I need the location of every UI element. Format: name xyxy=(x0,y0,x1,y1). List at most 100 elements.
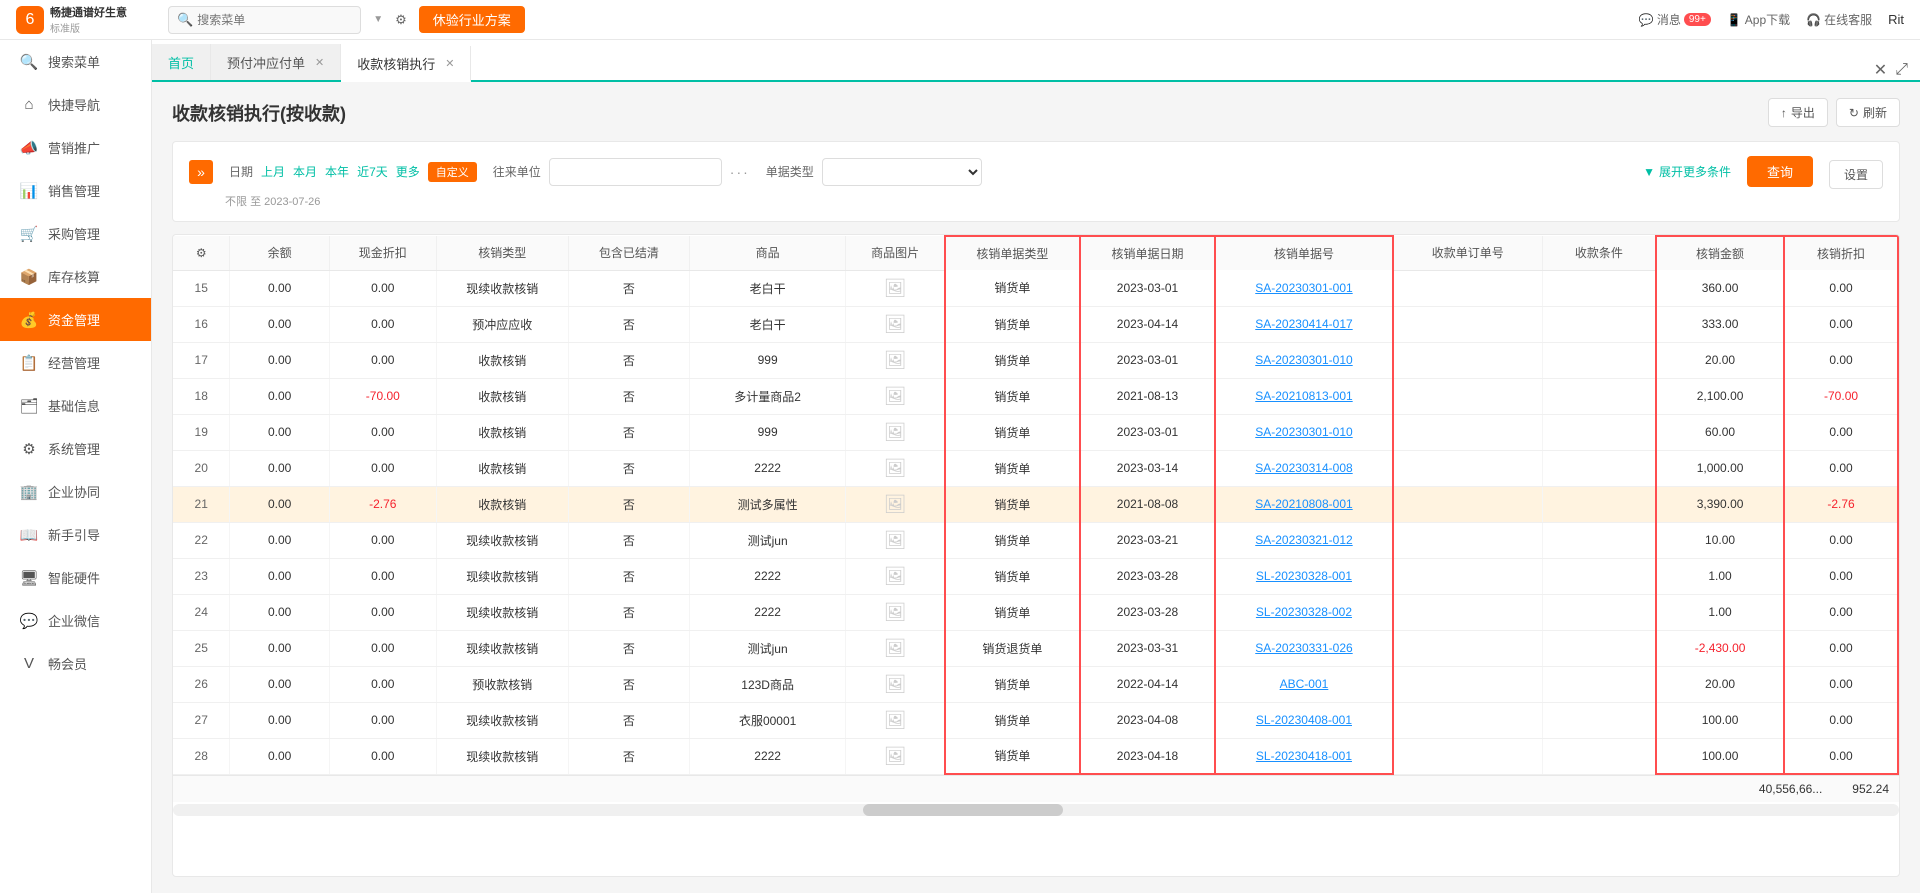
tab-expand-icon[interactable]: ⤢ xyxy=(1895,61,1908,79)
sidebar-item-system[interactable]: ⚙ 系统管理 xyxy=(0,427,151,470)
export-btn[interactable]: ↑ 导出 xyxy=(1768,98,1828,127)
cell-bill-report-no[interactable]: SA-20230301-010 xyxy=(1215,414,1393,450)
tab-prepay[interactable]: 预付冲应付单 ✕ xyxy=(211,44,341,80)
message-area[interactable]: 💬 消息 99+ xyxy=(1639,11,1711,28)
cell-writeoff-amount: 1.00 xyxy=(1656,558,1784,594)
sidebar-item-sales[interactable]: 📊 销售管理 xyxy=(0,169,151,212)
online-service-area[interactable]: 🎧 在线客服 xyxy=(1806,11,1872,28)
table-row: 16 0.00 0.00 预冲应应收 否 老白干 🖼 销货单 2023-04-1… xyxy=(173,306,1898,342)
bill-no-link[interactable]: SA-20230301-001 xyxy=(1255,281,1352,295)
col-header-gear[interactable]: ⚙ xyxy=(173,236,230,270)
cell-bill-report-date: 2023-03-21 xyxy=(1080,522,1215,558)
search-dropdown-icon[interactable]: ▼ xyxy=(373,14,383,25)
recent7-link[interactable]: 近7天 xyxy=(357,163,388,180)
cell-writeoff-amount: 20.00 xyxy=(1656,342,1784,378)
cell-goods-img: 🖼 xyxy=(846,738,945,774)
bill-no-link[interactable]: SA-20230314-008 xyxy=(1255,461,1352,475)
cell-bill-report-no[interactable]: SA-20230321-012 xyxy=(1215,522,1393,558)
sidebar-item-business[interactable]: 📋 经营管理 xyxy=(0,341,151,384)
settings-btn[interactable]: 设置 xyxy=(1829,160,1883,189)
query-btn[interactable]: 查询 xyxy=(1747,156,1813,187)
counterpart-input[interactable] xyxy=(549,158,722,186)
tab-close-icon[interactable]: ✕ xyxy=(1874,60,1887,80)
sidebar-item-quicknav[interactable]: ⌂ 快捷导航 xyxy=(0,83,151,126)
sidebar-item-guide[interactable]: 📖 新手引导 xyxy=(0,513,151,556)
sidebar-item-marketing[interactable]: 📣 营销推广 xyxy=(0,126,151,169)
cell-bill-report-type: 销货单 xyxy=(945,306,1080,342)
refresh-btn[interactable]: ↻ 刷新 xyxy=(1836,98,1900,127)
cell-bill-report-date: 2021-08-13 xyxy=(1080,378,1215,414)
cell-bill-report-no[interactable]: SA-20210813-001 xyxy=(1215,378,1393,414)
bill-no-link[interactable]: ABC-001 xyxy=(1280,677,1329,691)
sidebar-item-hardware[interactable]: 🖥 智能硬件 xyxy=(0,556,151,599)
cell-bill-report-no[interactable]: SL-20230328-001 xyxy=(1215,558,1393,594)
sidebar-item-inventory[interactable]: 📦 库存核算 xyxy=(0,255,151,298)
bill-no-link[interactable]: SL-20230408-001 xyxy=(1256,713,1352,727)
sidebar-label-finance: 资金管理 xyxy=(48,310,100,329)
bill-no-link[interactable]: SA-20230414-017 xyxy=(1255,317,1352,331)
scrollbar-thumb[interactable] xyxy=(863,804,1063,816)
cell-writeoff-amount: 3,390.00 xyxy=(1656,486,1784,522)
cell-bill-report-no[interactable]: SL-20230418-001 xyxy=(1215,738,1393,774)
tab-prepay-close[interactable]: ✕ xyxy=(315,56,324,69)
cell-bill-report-no[interactable]: SL-20230328-002 xyxy=(1215,594,1393,630)
cell-writeoff-amount: 20.00 xyxy=(1656,666,1784,702)
bill-no-link[interactable]: SL-20230418-001 xyxy=(1256,749,1352,763)
page-content: 收款核销执行(按收款) ↑ 导出 ↻ 刷新 » xyxy=(152,82,1920,893)
expand-more-btn[interactable]: ▼ 展开更多条件 xyxy=(1643,163,1731,180)
bill-no-link[interactable]: SA-20230331-026 xyxy=(1255,641,1352,655)
prev-month-link[interactable]: 上月 xyxy=(261,163,285,180)
custom-date-badge[interactable]: 自定义 xyxy=(428,162,477,182)
horizontal-scrollbar[interactable] xyxy=(173,804,1899,816)
industry-btn[interactable]: 休验行业方案 xyxy=(419,6,525,33)
cell-balance: 0.00 xyxy=(230,522,330,558)
cell-bill-report-no[interactable]: SA-20230301-010 xyxy=(1215,342,1393,378)
user-name[interactable]: Rit xyxy=(1888,12,1904,27)
cell-cash-discount: 0.00 xyxy=(329,342,436,378)
tab-writeoff-close[interactable]: ✕ xyxy=(445,57,454,70)
settings-icon[interactable]: ⚙ xyxy=(395,12,407,28)
top-search-box[interactable]: 🔍 xyxy=(168,6,361,34)
sidebar-item-corp[interactable]: 🏢 企业协同 xyxy=(0,470,151,513)
cell-bill-report-no[interactable]: SA-20230414-017 xyxy=(1215,306,1393,342)
box-icon: 📦 xyxy=(20,268,38,286)
sidebar-item-finance[interactable]: 💰 资金管理 xyxy=(0,298,151,341)
more-link[interactable]: 更多 xyxy=(396,163,420,180)
cart-icon: 🛒 xyxy=(20,225,38,243)
this-year-link[interactable]: 本年 xyxy=(325,163,349,180)
clipboard-icon: 📋 xyxy=(20,354,38,372)
bill-no-link[interactable]: SA-20230321-012 xyxy=(1255,533,1352,547)
counterpart-dots[interactable]: ··· xyxy=(730,164,750,180)
bill-no-link[interactable]: SL-20230328-002 xyxy=(1256,605,1352,619)
app-download-area[interactable]: 📱 App下载 xyxy=(1727,11,1790,28)
member-icon: V xyxy=(20,655,38,673)
cell-bill-report-no[interactable]: SA-20210808-001 xyxy=(1215,486,1393,522)
sidebar-label-corp: 企业协同 xyxy=(48,482,100,501)
cell-bill-report-no[interactable]: SA-20230331-026 xyxy=(1215,630,1393,666)
tab-home[interactable]: 首页 xyxy=(152,44,211,80)
sidebar-item-basic[interactable]: 🗂 基础信息 xyxy=(0,384,151,427)
cell-bill-report-no[interactable]: ABC-001 xyxy=(1215,666,1393,702)
bill-no-link[interactable]: SL-20230328-001 xyxy=(1256,569,1352,583)
filter-expand-left-btn[interactable]: » xyxy=(189,160,213,184)
bill-no-link[interactable]: SA-20230301-010 xyxy=(1255,425,1352,439)
bill-no-link[interactable]: SA-20210808-001 xyxy=(1255,497,1352,511)
cell-receipt-order-no xyxy=(1393,270,1542,306)
cell-balance: 0.00 xyxy=(230,414,330,450)
sidebar-item-member[interactable]: V 畅会员 xyxy=(0,642,151,685)
bill-no-link[interactable]: SA-20230301-010 xyxy=(1255,353,1352,367)
cell-receipt-cond xyxy=(1542,306,1656,342)
cell-receipt-cond xyxy=(1542,522,1656,558)
tab-writeoff[interactable]: 收款核销执行 ✕ xyxy=(341,46,471,82)
sidebar-item-search[interactable]: 🔍 搜索菜单 xyxy=(0,40,151,83)
cell-bill-report-no[interactable]: SA-20230314-008 xyxy=(1215,450,1393,486)
top-search-input[interactable] xyxy=(197,13,352,27)
bill-type-select[interactable] xyxy=(822,158,982,186)
this-month-link[interactable]: 本月 xyxy=(293,163,317,180)
cell-bill-report-no[interactable]: SL-20230408-001 xyxy=(1215,702,1393,738)
sidebar-item-purchase[interactable]: 🛒 采购管理 xyxy=(0,212,151,255)
cell-num: 17 xyxy=(173,342,230,378)
sidebar-item-wechat[interactable]: 💬 企业微信 xyxy=(0,599,151,642)
bill-no-link[interactable]: SA-20210813-001 xyxy=(1255,389,1352,403)
cell-bill-report-no[interactable]: SA-20230301-001 xyxy=(1215,270,1393,306)
